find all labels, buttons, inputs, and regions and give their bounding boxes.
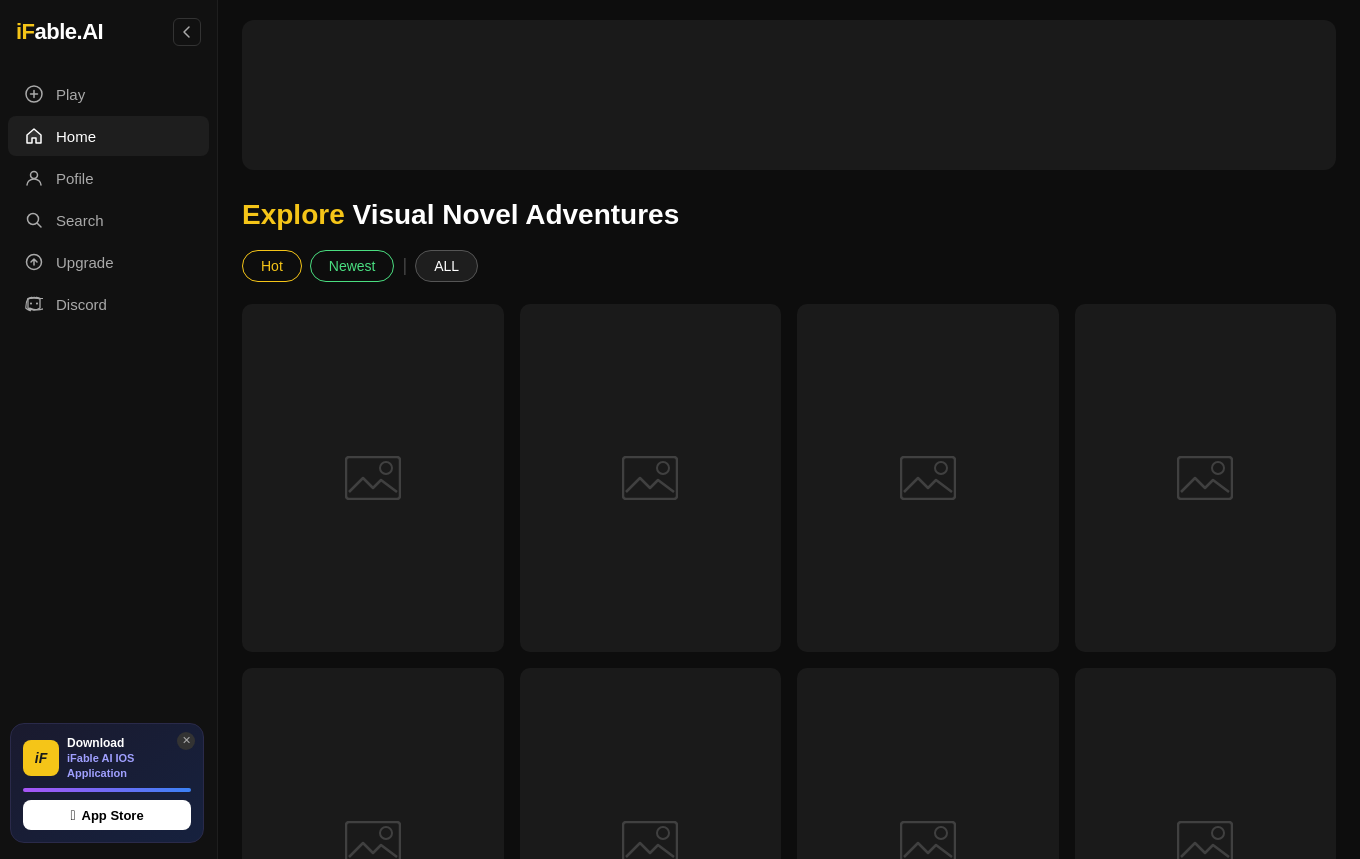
search-icon bbox=[24, 210, 44, 230]
sidebar-item-discord[interactable]: Discord bbox=[8, 284, 209, 324]
filter-tabs: Hot Newest | ALL bbox=[242, 250, 1336, 282]
list-item[interactable] bbox=[520, 304, 782, 653]
placeholder-icon bbox=[345, 456, 401, 500]
svg-rect-8 bbox=[901, 457, 955, 499]
logo-rest: able.AI bbox=[35, 19, 104, 44]
popup-text: Download iFable AI IOS Application bbox=[67, 736, 191, 780]
home-icon bbox=[24, 126, 44, 146]
svg-point-13 bbox=[380, 827, 392, 839]
list-item[interactable] bbox=[520, 668, 782, 859]
upgrade-icon bbox=[24, 252, 44, 272]
sidebar-header: iFable.AI bbox=[0, 0, 217, 64]
svg-rect-4 bbox=[346, 457, 400, 499]
filter-tab-hot[interactable]: Hot bbox=[242, 250, 302, 282]
list-item[interactable] bbox=[797, 668, 1059, 859]
popup-header: iF Download iFable AI IOS Application bbox=[23, 736, 191, 780]
placeholder-icon bbox=[345, 821, 401, 859]
svg-point-2 bbox=[28, 214, 39, 225]
sidebar-item-search[interactable]: Search bbox=[8, 200, 209, 240]
card-grid-row1 bbox=[242, 304, 1336, 653]
discord-icon bbox=[24, 294, 44, 314]
popup-title: Download bbox=[67, 736, 191, 752]
sidebar-item-discord-label: Discord bbox=[56, 296, 107, 313]
svg-point-9 bbox=[935, 462, 947, 474]
svg-rect-10 bbox=[1178, 457, 1232, 499]
filter-tab-all[interactable]: ALL bbox=[415, 250, 478, 282]
list-item[interactable] bbox=[242, 668, 504, 859]
svg-point-15 bbox=[657, 827, 669, 839]
svg-point-19 bbox=[1212, 827, 1224, 839]
sidebar-item-home-label: Home bbox=[56, 128, 96, 145]
card-grid-row2 bbox=[242, 668, 1336, 859]
user-icon bbox=[24, 168, 44, 188]
popup-gradient-bar bbox=[23, 788, 191, 792]
plus-icon bbox=[24, 84, 44, 104]
sidebar-item-upgrade-label: Upgrade bbox=[56, 254, 114, 271]
list-item[interactable] bbox=[797, 304, 1059, 653]
section-title-highlight: Explore bbox=[242, 199, 345, 230]
list-item[interactable] bbox=[242, 304, 504, 653]
placeholder-icon bbox=[1177, 456, 1233, 500]
sidebar-item-play[interactable]: Play bbox=[8, 74, 209, 114]
sidebar-item-home[interactable]: Home bbox=[8, 116, 209, 156]
list-item[interactable] bbox=[1075, 304, 1337, 653]
svg-point-11 bbox=[1212, 462, 1224, 474]
placeholder-icon bbox=[900, 456, 956, 500]
placeholder-icon bbox=[622, 456, 678, 500]
svg-point-17 bbox=[935, 827, 947, 839]
logo-if: iF bbox=[16, 19, 35, 44]
filter-tab-newest[interactable]: Newest bbox=[310, 250, 395, 282]
list-item[interactable] bbox=[1075, 668, 1337, 859]
app-store-button[interactable]:  App Store bbox=[23, 800, 191, 830]
app-store-label: App Store bbox=[82, 808, 144, 823]
hero-banner bbox=[242, 20, 1336, 170]
section-title: Explore Visual Novel Adventures bbox=[242, 198, 1336, 232]
placeholder-icon bbox=[900, 821, 956, 859]
popup-close-button[interactable]: ✕ bbox=[177, 732, 195, 750]
svg-point-7 bbox=[657, 462, 669, 474]
main-content: Explore Visual Novel Adventures Hot Newe… bbox=[218, 0, 1360, 859]
sidebar: iFable.AI Play Home bbox=[0, 0, 218, 859]
svg-point-1 bbox=[31, 172, 38, 179]
apple-icon:  bbox=[70, 807, 75, 823]
svg-point-5 bbox=[380, 462, 392, 474]
filter-divider: | bbox=[402, 255, 407, 276]
placeholder-icon bbox=[1177, 821, 1233, 859]
section-title-rest: Visual Novel Adventures bbox=[345, 199, 680, 230]
sidebar-item-play-label: Play bbox=[56, 86, 85, 103]
sidebar-item-search-label: Search bbox=[56, 212, 104, 229]
popup-subtitle: iFable AI IOS Application bbox=[67, 751, 191, 780]
collapse-button[interactable] bbox=[173, 18, 201, 46]
svg-rect-6 bbox=[623, 457, 677, 499]
app-logo: iFable.AI bbox=[16, 19, 103, 45]
placeholder-icon bbox=[622, 821, 678, 859]
popup-app-icon: iF bbox=[23, 740, 59, 776]
download-popup: ✕ iF Download iFable AI IOS Application … bbox=[10, 723, 204, 843]
sidebar-item-profile[interactable]: Pofile bbox=[8, 158, 209, 198]
sidebar-item-profile-label: Pofile bbox=[56, 170, 94, 187]
sidebar-item-upgrade[interactable]: Upgrade bbox=[8, 242, 209, 282]
